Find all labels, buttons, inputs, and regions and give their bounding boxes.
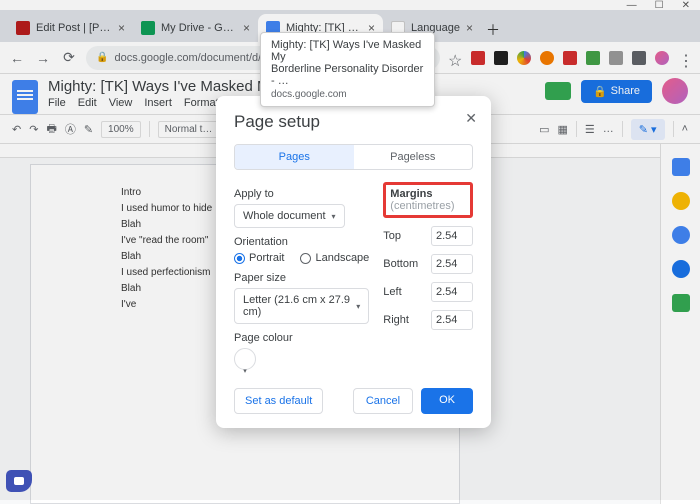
radio-portrait[interactable]: Portrait — [234, 252, 284, 264]
margin-top-input[interactable] — [431, 226, 473, 246]
apply-to-label: Apply to — [234, 188, 369, 200]
apply-to-select[interactable]: Whole document — [234, 204, 345, 228]
margin-left-input[interactable] — [431, 282, 473, 302]
page-setup-dialog: Page setup ✕ Pages Pageless Apply to Who… — [216, 96, 491, 428]
page-colour-picker[interactable] — [234, 348, 256, 370]
margin-left-label: Left — [383, 286, 401, 298]
margin-top-label: Top — [383, 230, 401, 242]
margin-bottom-input[interactable] — [431, 254, 473, 274]
tooltip-title: Mighty: [TK] Ways I've Masked My — [271, 39, 424, 63]
paper-size-label: Paper size — [234, 272, 369, 284]
set-as-default-button[interactable]: Set as default — [234, 388, 323, 414]
tab-tooltip: Mighty: [TK] Ways I've Masked My Borderl… — [260, 32, 435, 107]
radio-dot-icon — [300, 253, 311, 264]
tooltip-title: Borderline Personality Disorder - … — [271, 63, 424, 87]
margin-right-label: Right — [383, 314, 409, 326]
dialog-title: Page setup — [234, 112, 473, 132]
dialog-tabs: Pages Pageless — [234, 144, 473, 170]
margins-header-highlight: Margins (centimetres) — [383, 182, 473, 218]
margin-right-input[interactable] — [431, 310, 473, 330]
cancel-button[interactable]: Cancel — [353, 388, 413, 414]
orientation-label: Orientation — [234, 236, 369, 248]
radio-dot-icon — [234, 253, 245, 264]
close-icon[interactable]: ✕ — [465, 110, 477, 127]
tooltip-domain: docs.google.com — [271, 89, 424, 100]
tab-pages[interactable]: Pages — [235, 145, 354, 169]
paper-size-select[interactable]: Letter (21.6 cm x 27.9 cm) — [234, 288, 369, 324]
radio-landscape[interactable]: Landscape — [300, 252, 369, 264]
meet-floating-icon[interactable] — [6, 470, 32, 492]
ok-button[interactable]: OK — [421, 388, 473, 414]
page-colour-label: Page colour — [234, 332, 369, 344]
tab-pageless[interactable]: Pageless — [354, 145, 473, 169]
margin-bottom-label: Bottom — [383, 258, 418, 270]
margins-label: Margins (centimetres) — [390, 188, 466, 212]
